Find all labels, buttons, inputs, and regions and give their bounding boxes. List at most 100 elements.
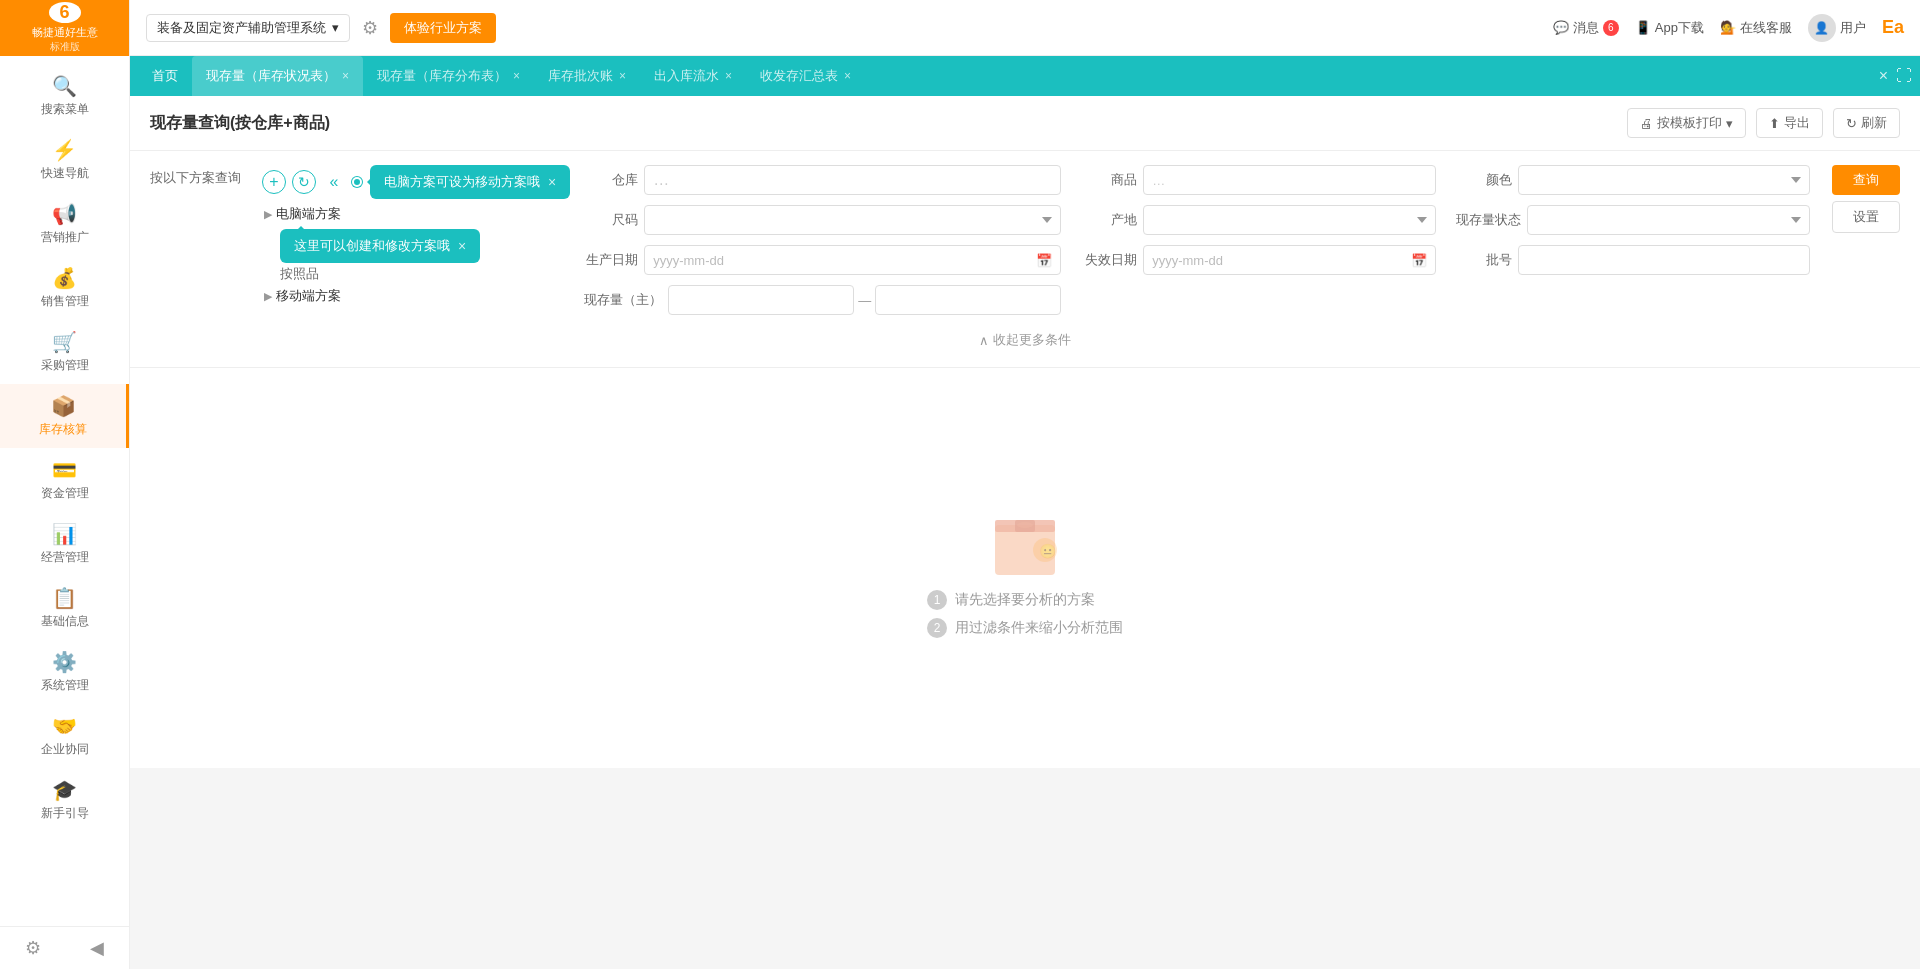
chevron-right-icon: ▶	[264, 290, 272, 303]
tab-receivable[interactable]: 收发存汇总表 ×	[746, 56, 865, 96]
logo-icon: 6	[49, 2, 81, 23]
back-scheme-btn[interactable]: «	[322, 170, 346, 194]
mobile-scheme-group[interactable]: ▶ 移动端方案	[264, 285, 570, 307]
export-btn[interactable]: ⬆ 导出	[1756, 108, 1823, 138]
collapse-label: 收起更多条件	[993, 331, 1071, 349]
collapse-btn[interactable]: ∧ 收起更多条件	[979, 331, 1071, 349]
warehouse-input[interactable]: …	[644, 165, 1061, 195]
tab-inventory-dist[interactable]: 现存量（库存分布表） ×	[363, 56, 534, 96]
stock-max-input[interactable]	[875, 285, 1061, 315]
origin-select[interactable]	[1143, 205, 1435, 235]
sidebar-item-system[interactable]: ⚙️ 系统管理	[0, 640, 129, 704]
sidebar-item-operations[interactable]: 📊 经营管理	[0, 512, 129, 576]
support-icon: 💁	[1720, 20, 1736, 35]
goods-input[interactable]: …	[1143, 165, 1435, 195]
tab-maximize-icon[interactable]: ⛶	[1896, 67, 1912, 85]
header: 装备及固定资产辅助管理系统 ▾ ⚙ 体验行业方案 💬 消息 6 📱 App下载 …	[130, 0, 1920, 56]
add-scheme-btn[interactable]: +	[262, 170, 286, 194]
sidebar-item-guide[interactable]: 🎓 新手引导	[0, 768, 129, 832]
stock-status-select[interactable]	[1527, 205, 1810, 235]
size-select[interactable]	[644, 205, 1061, 235]
sidebar-item-quick[interactable]: ⚡ 快速导航	[0, 128, 129, 192]
settings-footer-icon[interactable]: ⚙	[25, 937, 41, 959]
empty-state: 😐 1 请先选择要分析的方案 2 用过滤条件来缩小分析范围	[130, 368, 1920, 768]
brand-name: 畅捷通好生意	[32, 25, 98, 40]
tab-home[interactable]: 首页	[138, 67, 192, 85]
support-label: 在线客服	[1740, 19, 1792, 37]
tab-close-all-icon[interactable]: ×	[1879, 67, 1888, 85]
system-selector[interactable]: 装备及固定资产辅助管理系统 ▾	[146, 14, 350, 42]
color-field: 颜色	[1456, 165, 1810, 195]
inventory-icon: 📦	[51, 394, 76, 418]
desktop-scheme-child[interactable]: 按照品	[264, 263, 570, 285]
user-avatar: 👤	[1808, 14, 1836, 42]
sidebar: 6 畅捷通好生意 标准版 🔍 搜索菜单 ⚡ 快速导航 📢 营销推广 💰 销售管理…	[0, 0, 130, 969]
refresh-label: 刷新	[1861, 114, 1887, 132]
batch-field: 批号	[1456, 245, 1810, 275]
stock-min-input[interactable]	[668, 285, 854, 315]
notification-badge: 6	[1603, 20, 1619, 36]
sidebar-item-label: 营销推广	[41, 229, 89, 246]
desktop-scheme-group[interactable]: ▶ 电脑端方案	[264, 203, 570, 225]
app-download-btn[interactable]: 📱 App下载	[1635, 19, 1704, 37]
desktop-child-label: 按照品	[280, 265, 319, 283]
search-btn[interactable]: 查询	[1832, 165, 1900, 195]
expiry-date-field: 失效日期 yyyy-mm-dd 📅	[1081, 245, 1435, 275]
color-select[interactable]	[1518, 165, 1810, 195]
settings-icon[interactable]: ⚙	[362, 17, 378, 39]
warehouse-label: 仓库	[582, 171, 638, 189]
empty-step-2: 2 用过滤条件来缩小分析范围	[927, 618, 1123, 638]
tab-inout[interactable]: 出入库流水 ×	[640, 56, 746, 96]
logo-char: 6	[59, 2, 69, 23]
sidebar-item-marketing[interactable]: 📢 营销推广	[0, 192, 129, 256]
finance-icon: 💳	[52, 458, 77, 482]
reset-btn[interactable]: 设置	[1832, 201, 1900, 233]
print-btn[interactable]: 🖨 按模板打印 ▾	[1627, 108, 1746, 138]
sidebar-item-label: 采购管理	[41, 357, 89, 374]
sidebar-item-label: 企业协同	[41, 741, 89, 758]
export-label: 导出	[1784, 114, 1810, 132]
refresh-btn[interactable]: ↻ 刷新	[1833, 108, 1900, 138]
sidebar-item-enterprise[interactable]: 🤝 企业协同	[0, 704, 129, 768]
color-label: 颜色	[1456, 171, 1512, 189]
tab-label: 现存量（库存分布表）	[377, 67, 507, 85]
user-menu[interactable]: 👤 用户	[1808, 14, 1866, 42]
scheme-tooltip2-container: 这里可以创建和修改方案哦 ×	[280, 225, 480, 263]
tab-close-icon[interactable]: ×	[619, 69, 626, 83]
notifications-btn[interactable]: 💬 消息 6	[1553, 19, 1619, 37]
connector-dot	[352, 177, 362, 187]
scheme-tooltip-text: 电脑方案可设为移动方案哦	[384, 173, 540, 191]
industry-btn[interactable]: 体验行业方案	[390, 13, 496, 43]
goods-field: 商品 …	[1081, 165, 1435, 195]
tab-close-icon[interactable]: ×	[844, 69, 851, 83]
production-date-picker[interactable]: yyyy-mm-dd 📅	[644, 245, 1061, 275]
sidebar-item-sales[interactable]: 💰 销售管理	[0, 256, 129, 320]
sidebar-item-inventory[interactable]: 📦 库存核算	[0, 384, 129, 448]
ea-text: Ea	[1882, 17, 1904, 38]
tooltip-close-btn[interactable]: ×	[548, 174, 556, 190]
sidebar-item-basic[interactable]: 📋 基础信息	[0, 576, 129, 640]
tab-close-icon[interactable]: ×	[725, 69, 732, 83]
sidebar-item-purchase[interactable]: 🛒 采购管理	[0, 320, 129, 384]
sidebar-footer: ⚙ ◀	[0, 926, 129, 969]
tab-batch[interactable]: 库存批次账 ×	[534, 56, 640, 96]
size-field: 尺码	[582, 205, 1061, 235]
tooltip2-close-btn[interactable]: ×	[458, 238, 466, 254]
tab-close-icon[interactable]: ×	[342, 69, 349, 83]
filter-panel: 按以下方案查询 + ↻ « 电脑方案可设为移	[130, 151, 1920, 368]
expiry-date-picker[interactable]: yyyy-mm-dd 📅	[1143, 245, 1435, 275]
refresh-scheme-btn[interactable]: ↻	[292, 170, 316, 194]
tab-close-icon[interactable]: ×	[513, 69, 520, 83]
online-support-btn[interactable]: 💁 在线客服	[1720, 19, 1792, 37]
page-title: 现存量查询(按仓库+商品)	[150, 113, 330, 134]
export-icon: ⬆	[1769, 116, 1780, 131]
phone-icon: 📱	[1635, 20, 1651, 35]
sidebar-item-finance[interactable]: 💳 资金管理	[0, 448, 129, 512]
filter-label: 按以下方案查询	[150, 169, 241, 187]
batch-input[interactable]	[1518, 245, 1810, 275]
tab-inventory-status[interactable]: 现存量（库存状况表） ×	[192, 56, 363, 96]
collapse-sidebar-icon[interactable]: ◀	[90, 937, 104, 959]
step-num-1: 1	[927, 590, 947, 610]
sidebar-item-search[interactable]: 🔍 搜索菜单	[0, 64, 129, 128]
guide-icon: 🎓	[52, 778, 77, 802]
